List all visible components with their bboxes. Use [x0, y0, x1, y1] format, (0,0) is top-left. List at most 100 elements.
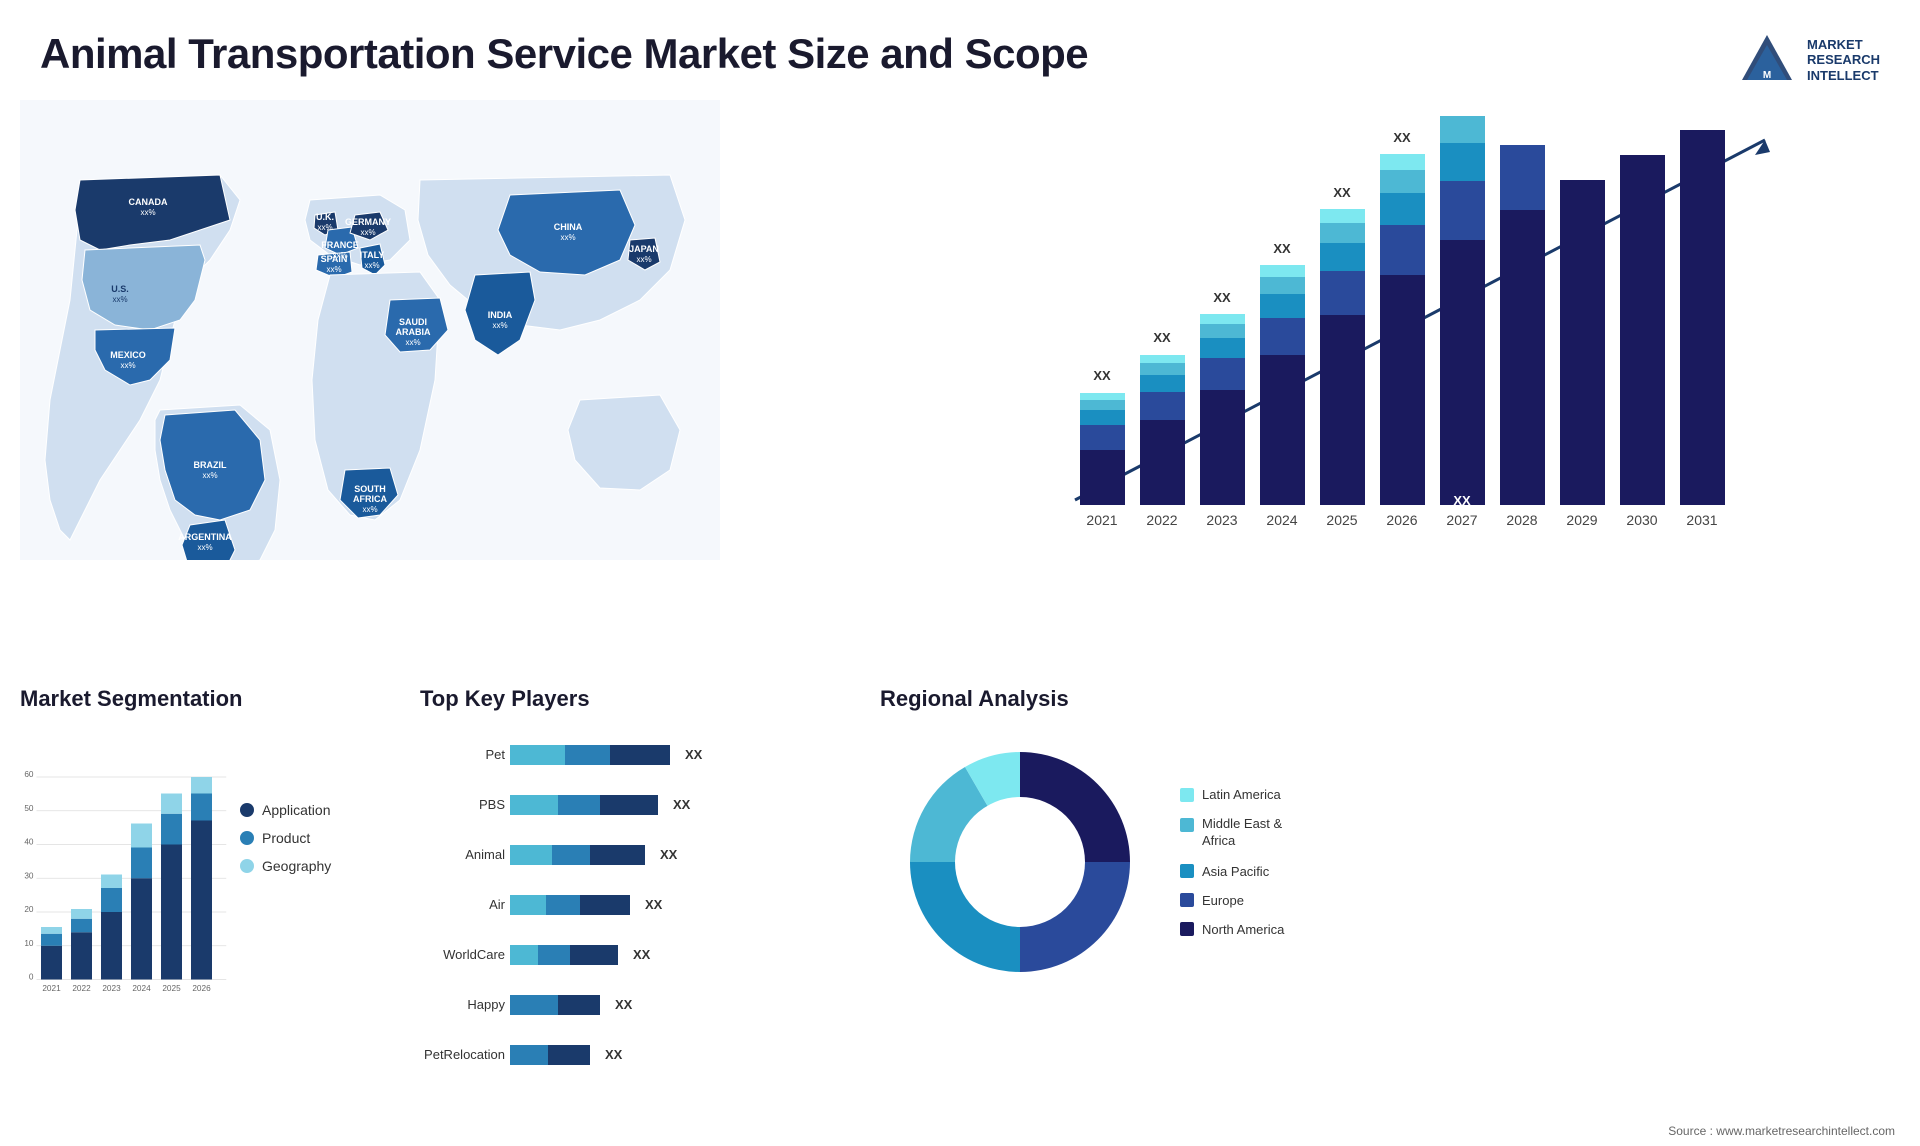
svg-text:XX: XX [685, 747, 703, 762]
svg-text:M: M [1763, 70, 1771, 81]
regional-legend: Latin America Middle East &Africa Asia P… [1180, 787, 1284, 937]
legend-middle-east: Middle East &Africa [1180, 816, 1284, 850]
page-title: Animal Transportation Service Market Siz… [40, 30, 1088, 78]
bar-chart-container: XX XX XX XX [950, 100, 1900, 560]
svg-text:xx%: xx% [362, 505, 377, 514]
legend-asia-pacific: Asia Pacific [1180, 864, 1284, 879]
world-map-svg: CANADA xx% U.S. xx% MEXICO xx% BRAZIL xx… [20, 100, 720, 560]
svg-text:20: 20 [24, 905, 34, 914]
legend-color-europe [1180, 893, 1194, 907]
svg-text:60: 60 [24, 770, 34, 779]
svg-text:AFRICA: AFRICA [353, 494, 387, 504]
svg-text:FRANCE: FRANCE [321, 240, 359, 250]
legend-label-product: Product [262, 830, 310, 846]
svg-text:xx%: xx% [112, 295, 127, 304]
svg-text:xx%: xx% [560, 233, 575, 242]
svg-text:xx%: xx% [197, 543, 212, 552]
svg-text:CHINA: CHINA [554, 222, 583, 232]
legend-dot-geography [240, 859, 254, 873]
svg-text:PBS: PBS [479, 797, 505, 812]
legend-dot-product [240, 831, 254, 845]
logo-icon: M [1737, 30, 1797, 90]
legend-color-latin [1180, 788, 1194, 802]
svg-text:SPAIN: SPAIN [321, 254, 348, 264]
regional-analysis-panel: Regional Analysis Lat [880, 686, 1900, 1111]
legend-label-application: Application [262, 802, 331, 818]
legend-color-mea [1180, 818, 1194, 832]
legend-europe: Europe [1180, 893, 1284, 908]
svg-text:BRAZIL: BRAZIL [194, 460, 227, 470]
legend-latin-america: Latin America [1180, 787, 1284, 802]
svg-text:SAUDI: SAUDI [399, 317, 427, 327]
legend-application: Application [240, 802, 331, 818]
svg-text:2024: 2024 [132, 984, 151, 993]
key-players-chart: Pet XX PBS XX Animal XX Air XX World [420, 727, 840, 1087]
svg-text:XX: XX [1333, 185, 1351, 200]
svg-text:2021: 2021 [42, 984, 61, 993]
svg-text:xx%: xx% [405, 338, 420, 347]
key-players-panel: Top Key Players Pet XX PBS XX Animal XX … [420, 686, 860, 1111]
logo: M MARKET RESEARCH INTELLECT [1737, 30, 1880, 90]
segmentation-chart: 0 10 20 30 40 50 60 [20, 722, 230, 1042]
svg-text:xx%: xx% [326, 265, 341, 274]
source-text: Source : www.marketresearchintellect.com [1668, 1124, 1895, 1138]
svg-text:GERMANY: GERMANY [345, 217, 391, 227]
svg-text:XX: XX [633, 947, 651, 962]
svg-text:30: 30 [24, 871, 34, 880]
svg-text:U.S.: U.S. [111, 284, 129, 294]
svg-text:XX: XX [660, 847, 678, 862]
svg-text:XX: XX [1453, 493, 1471, 508]
svg-text:ARABIA: ARABIA [396, 327, 431, 337]
svg-text:XX: XX [1273, 241, 1291, 256]
svg-text:50: 50 [24, 804, 34, 813]
bottom-row: Market Segmentation 0 10 20 30 40 50 60 [0, 686, 1920, 1116]
svg-text:ITALY: ITALY [360, 250, 385, 260]
regional-title: Regional Analysis [880, 686, 1900, 712]
growth-bar-chart: XX XX XX XX [960, 110, 1870, 550]
legend-label-asia: Asia Pacific [1202, 864, 1269, 879]
legend-label-geography: Geography [262, 858, 331, 874]
svg-text:ARGENTINA: ARGENTINA [178, 532, 232, 542]
svg-text:2031: 2031 [1686, 512, 1717, 528]
legend-color-asia [1180, 864, 1194, 878]
legend-product: Product [240, 830, 331, 846]
legend-label-na: North America [1202, 922, 1284, 937]
legend-label-europe: Europe [1202, 893, 1244, 908]
svg-text:Happy: Happy [467, 997, 505, 1012]
logo-text: MARKET RESEARCH INTELLECT [1807, 37, 1880, 84]
svg-text:xx%: xx% [364, 261, 379, 270]
page-header: Animal Transportation Service Market Siz… [0, 0, 1920, 100]
svg-text:2028: 2028 [1506, 512, 1537, 528]
legend-label-latin: Latin America [1202, 787, 1281, 802]
svg-text:PetRelocation: PetRelocation [424, 1047, 505, 1062]
svg-text:xx%: xx% [120, 361, 135, 370]
svg-text:XX: XX [673, 797, 691, 812]
svg-text:U.K.: U.K. [316, 212, 334, 222]
svg-text:xx%: xx% [202, 471, 217, 480]
svg-text:WorldCare: WorldCare [443, 947, 505, 962]
svg-text:MEXICO: MEXICO [110, 350, 146, 360]
legend-label-mea: Middle East &Africa [1202, 816, 1282, 850]
svg-text:40: 40 [24, 838, 34, 847]
segmentation-legend: Application Product Geography [240, 722, 331, 874]
svg-text:2026: 2026 [1386, 512, 1417, 528]
regional-content: Latin America Middle East &Africa Asia P… [880, 722, 1900, 1002]
svg-text:2025: 2025 [1326, 512, 1357, 528]
svg-text:Pet: Pet [485, 747, 505, 762]
svg-text:xx%: xx% [317, 223, 332, 232]
svg-text:2023: 2023 [102, 984, 121, 993]
svg-text:XX: XX [605, 1047, 623, 1062]
svg-text:2022: 2022 [1146, 512, 1177, 528]
svg-text:10: 10 [24, 939, 34, 948]
legend-dot-application [240, 803, 254, 817]
donut-chart [880, 722, 1160, 1002]
svg-text:XX: XX [1153, 330, 1171, 345]
svg-text:xx%: xx% [492, 321, 507, 330]
svg-text:SOUTH: SOUTH [354, 484, 386, 494]
legend-color-na [1180, 922, 1194, 936]
svg-text:2026: 2026 [192, 984, 211, 993]
svg-text:xx%: xx% [140, 208, 155, 217]
svg-text:XX: XX [1093, 368, 1111, 383]
svg-text:XX: XX [1393, 130, 1411, 145]
svg-text:CANADA: CANADA [129, 197, 168, 207]
